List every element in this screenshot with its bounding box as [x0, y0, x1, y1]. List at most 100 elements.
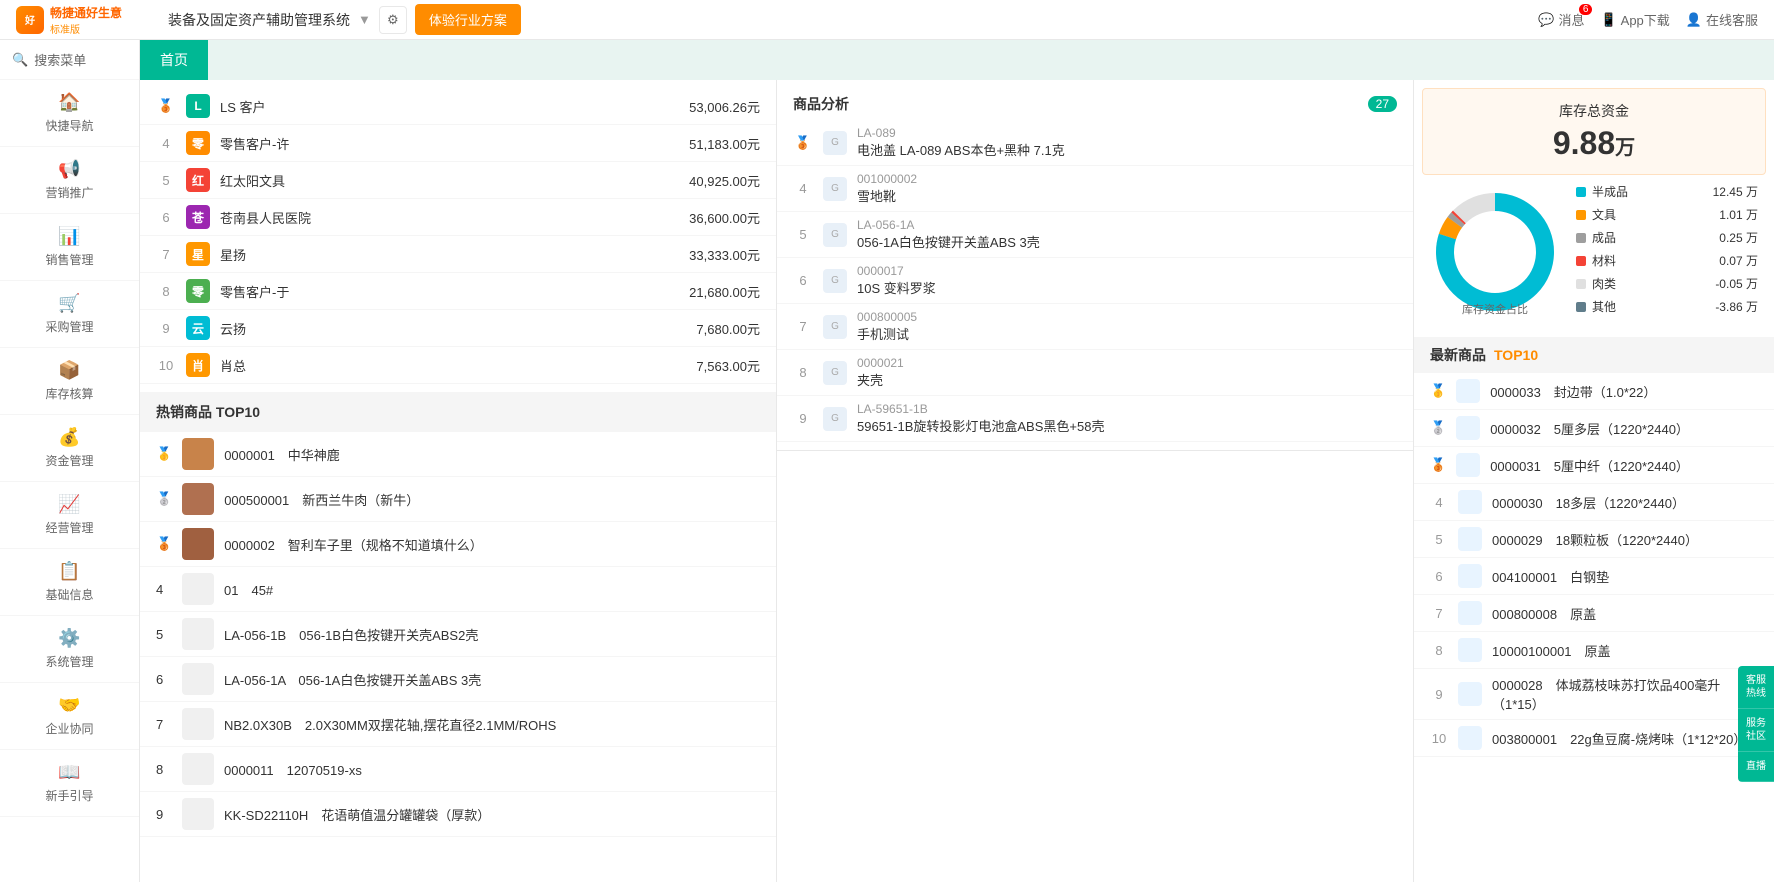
search-icon: 🔍 — [12, 52, 28, 68]
new-prod-row-4: 4 0000030 18多层（1220*2440） — [1414, 484, 1774, 521]
inventory-icon: 📦 — [58, 360, 80, 381]
avatar-yunyang: 云 — [186, 316, 210, 340]
trial-button[interactable]: 体验行业方案 — [415, 4, 521, 35]
right-prod-img-6: G — [823, 269, 847, 293]
new-prod-row-3: 🥉 0000031 5厘中纤（1220*2440） — [1414, 447, 1774, 484]
logo-text: 畅捷通好生意 标准版 — [50, 4, 122, 36]
hot-prod-row-1: 🥇 0000001 中华神鹿 — [140, 432, 776, 477]
dropdown-icon[interactable]: ▼ — [358, 12, 371, 27]
prod-img-6 — [182, 663, 214, 695]
finance-icon: 💰 — [58, 427, 80, 448]
right-rank-row-9: 9 G LA-59651-1B 59651-1B旋转投影灯电池盒ABS黑色+58… — [777, 396, 1413, 442]
sidebar-item-inventory[interactable]: 📦 库存核算 — [0, 348, 139, 415]
prod-img-2 — [182, 483, 214, 515]
service-sidebar: 客服热线 服务社区 直播 — [1738, 666, 1774, 782]
community-button[interactable]: 服务社区 — [1738, 709, 1774, 752]
new-products-list: 🥇 0000033 封边带（1.0*22） 🥈 0000032 5厘多层（122… — [1414, 373, 1774, 757]
prod-img-9 — [182, 798, 214, 830]
nav-tabs: 首页 — [140, 40, 1774, 80]
right-prod-img-4: G — [823, 177, 847, 201]
system-selector[interactable]: 装备及固定资产辅助管理系统 ▼ ⚙ 体验行业方案 — [168, 4, 1526, 35]
right-prod-img-5: G — [823, 223, 847, 247]
hot-products-list: 🥇 0000001 中华神鹿 🥈 000500001 新西兰牛肉（新牛） — [140, 432, 776, 837]
medal-icon-2: 🥈 — [156, 491, 172, 507]
legend-item-material: 材料 0.07 万 — [1576, 252, 1758, 269]
inventory-chart: 库存资金占比 半成品 12.45 万 文具 1.01 万 — [1414, 183, 1774, 337]
left-column: 🥉 L LS 客户 53,006.26元 4 零 零售客户-许 51,183.0… — [140, 80, 777, 882]
sidebar-item-marketing[interactable]: 📢 营销推广 — [0, 147, 139, 214]
legend-item-finished: 成品 0.25 万 — [1576, 229, 1758, 246]
marketing-icon: 📢 — [58, 159, 80, 180]
rank-num-7: 7 — [156, 717, 172, 732]
new-prod-medal-2: 🥈 — [1430, 420, 1446, 436]
tab-home[interactable]: 首页 — [140, 40, 208, 80]
legend-item-other: 其他 -3.86 万 — [1576, 298, 1758, 315]
right-rank-row-5: 5 G LA-056-1A 056-1A白色按键开关盖ABS 3壳 — [777, 212, 1413, 258]
mobile-icon: 📱 — [1600, 12, 1616, 28]
avatar-ls: L — [186, 94, 210, 118]
right-rank-row-7: 7 G 000800005 手机测试 — [777, 304, 1413, 350]
logo: 好 畅捷通好生意 标准版 — [16, 4, 156, 36]
right-rank-row-6: 6 G 0000017 10S 变料罗浆 — [777, 258, 1413, 304]
new-prod-row-7: 7 000800008 原盖 — [1414, 595, 1774, 632]
new-prod-row-9: 9 0000028 体城荔枝味苏打饮品400毫升（1*15） — [1414, 669, 1774, 720]
settings-button[interactable]: ⚙ — [379, 6, 407, 34]
new-prod-row-5: 5 0000029 18颗粒板（1220*2440） — [1414, 521, 1774, 558]
system-name: 装备及固定资产辅助管理系统 — [168, 10, 350, 30]
top-products-right-header: 商品分析 27 — [777, 88, 1413, 120]
rank-row-10: 10 肖 肖总 7,563.00元 — [140, 347, 776, 384]
right-rank-row-8: 8 G 0000021 夹壳 — [777, 350, 1413, 396]
right-column: 库存总资金 9.88万 — [1414, 80, 1774, 882]
rank-num-5: 5 — [156, 627, 172, 642]
basics-icon: 📋 — [58, 561, 80, 582]
new-prod-row-10: 10 003800001 22g鱼豆腐-烧烤味（1*12*20） — [1414, 720, 1774, 757]
new-prod-medal-1: 🥇 — [1430, 383, 1446, 399]
inventory-total-card: 库存总资金 9.88万 — [1422, 88, 1766, 175]
avatar-retail1: 零 — [186, 131, 210, 155]
donut-chart: 库存资金占比 — [1430, 187, 1560, 317]
sidebar-item-operations[interactable]: 📈 经营管理 — [0, 482, 139, 549]
prod-img-1 — [182, 438, 214, 470]
rank-num-8: 8 — [156, 762, 172, 777]
online-service-button[interactable]: 👤 在线客服 — [1686, 10, 1758, 29]
right-prod-img-9: G — [823, 407, 847, 431]
service-icon: 👤 — [1686, 12, 1702, 28]
middle-column: 商品分析 27 🥉 G LA-089 电池盖 LA-089 ABS本色+黑种 7… — [777, 80, 1414, 882]
sidebar-item-finance[interactable]: 💰 资金管理 — [0, 415, 139, 482]
hot-prod-row-5: 5 LA-056-1B 056-1B白色按键开关壳ABS2壳 — [140, 612, 776, 657]
sidebar-item-purchase[interactable]: 🛒 采购管理 — [0, 281, 139, 348]
legend-item-stationery: 文具 1.01 万 — [1576, 206, 1758, 223]
avatar-xiao: 肖 — [186, 353, 210, 377]
new-prod-medal-3: 🥉 — [1430, 457, 1446, 473]
sidebar-item-basics[interactable]: 📋 基础信息 — [0, 549, 139, 616]
home-icon: 🏠 — [58, 92, 80, 113]
enterprise-icon: 🤝 — [58, 695, 80, 716]
right-prod-img-7: G — [823, 315, 847, 339]
sidebar-item-quicknav[interactable]: 🏠 快捷导航 — [0, 80, 139, 147]
medal-icon-1: 🥇 — [156, 446, 172, 462]
rank-row-8: 8 零 零售客户-于 21,680.00元 — [140, 273, 776, 310]
app-download-button[interactable]: 📱 App下载 — [1600, 10, 1669, 29]
live-button[interactable]: 直播 — [1738, 752, 1774, 782]
rank-num-4: 4 — [156, 582, 172, 597]
sidebar-item-system[interactable]: ⚙️ 系统管理 — [0, 616, 139, 683]
legend-dot-cyan — [1576, 187, 1586, 197]
hotline-button[interactable]: 客服热线 — [1738, 666, 1774, 709]
sidebar-item-sales[interactable]: 📊 销售管理 — [0, 214, 139, 281]
legend-dot-red — [1576, 256, 1586, 266]
page-content: 🥉 L LS 客户 53,006.26元 4 零 零售客户-许 51,183.0… — [140, 80, 1774, 882]
sidebar: 🔍 搜索菜单 🏠 快捷导航 📢 营销推广 📊 销售管理 🛒 采购管理 📦 库存核… — [0, 40, 140, 882]
sidebar-item-enterprise[interactable]: 🤝 企业协同 — [0, 683, 139, 750]
top-products-right-section: 商品分析 27 🥉 G LA-089 电池盖 LA-089 ABS本色+黑种 7… — [777, 80, 1413, 451]
right-rank-row-4: 4 G 001000002 雪地靴 — [777, 166, 1413, 212]
message-button[interactable]: 💬 消息 6 — [1538, 10, 1584, 29]
hot-products-header: 热销商品 TOP10 — [140, 392, 776, 432]
prod-img-5 — [182, 618, 214, 650]
right-rank-row-3: 🥉 G LA-089 电池盖 LA-089 ABS本色+黑种 7.1克 — [777, 120, 1413, 166]
search-menu-button[interactable]: 🔍 搜索菜单 — [0, 40, 139, 80]
sidebar-item-guide[interactable]: 📖 新手引导 — [0, 750, 139, 817]
prod-img-7 — [182, 708, 214, 740]
sales-icon: 📊 — [58, 226, 80, 247]
message-badge: 6 — [1579, 4, 1593, 15]
legend-dot-lightgray — [1576, 279, 1586, 289]
